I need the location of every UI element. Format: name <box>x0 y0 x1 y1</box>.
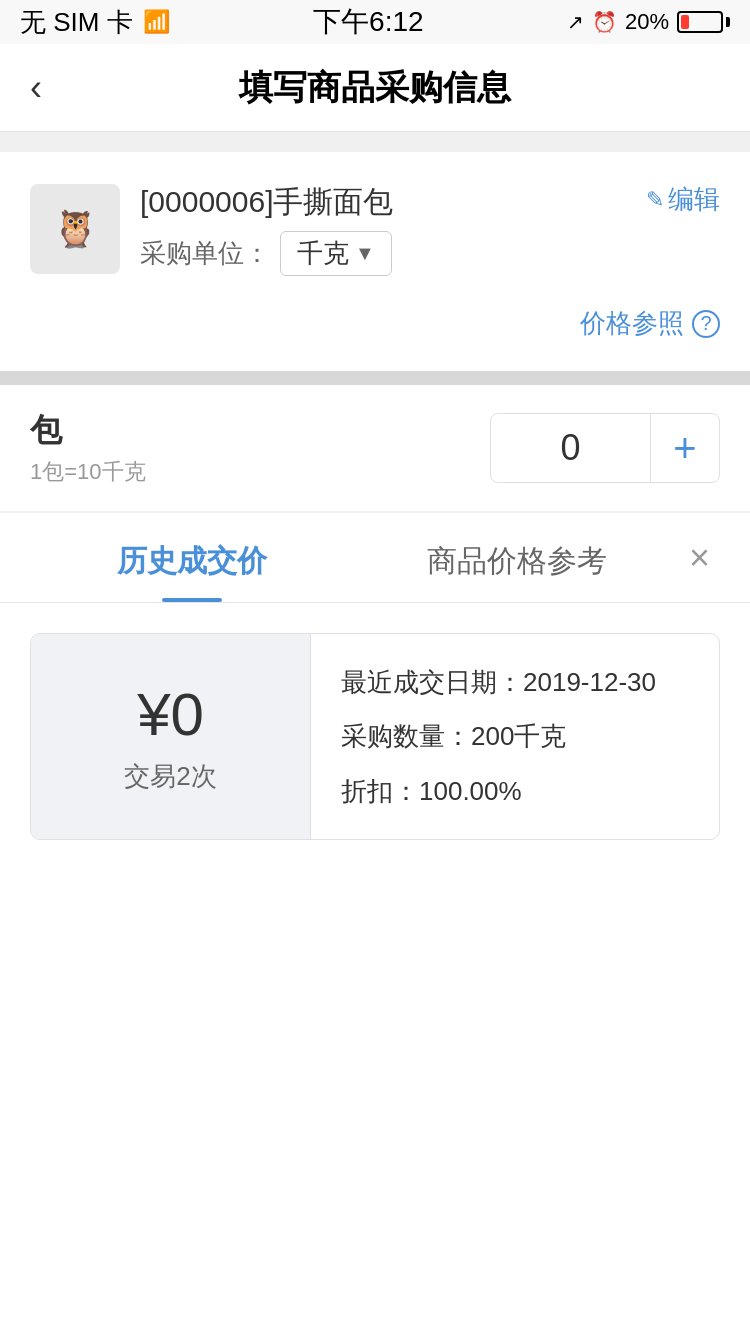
price-ref-row: 价格参照 ? <box>30 306 720 341</box>
price-ref-link[interactable]: 价格参照 <box>580 306 684 341</box>
wifi-icon: 📶 <box>143 9 170 35</box>
product-card: 🦉 [0000006]手撕面包 采购单位： 千克 ▼ ✎ 编辑 价格参照 ? <box>0 152 750 371</box>
status-time: 下午6:12 <box>313 3 424 41</box>
battery-percent: 20% <box>625 9 669 35</box>
unit-label: 采购单位： <box>140 236 270 271</box>
qty-label: 采购数量： <box>341 721 471 751</box>
qty-value: 200千克 <box>471 721 566 751</box>
back-button[interactable]: ‹ <box>30 67 42 109</box>
quantity-convert: 1包=10千克 <box>30 457 146 487</box>
help-icon[interactable]: ? <box>692 310 720 338</box>
date-line: 最近成交日期：2019-12-30 <box>341 664 689 700</box>
bottom-panel: 历史成交价 商品价格参考 × ¥0 交易2次 最近成交日期：2019-12-30… <box>0 513 750 1334</box>
product-thumbnail: 🦉 <box>30 184 120 274</box>
price-right-block: 最近成交日期：2019-12-30 采购数量：200千克 折扣：100.00% <box>311 634 719 839</box>
quantity-control: 0 + <box>490 413 720 483</box>
quantity-row: 包 1包=10千克 0 + <box>0 385 750 511</box>
unit-value: 千克 <box>297 236 349 271</box>
date-label: 最近成交日期： <box>341 667 523 697</box>
edit-button[interactable]: ✎ 编辑 <box>646 182 720 217</box>
product-left: 🦉 [0000006]手撕面包 采购单位： 千克 ▼ <box>30 182 393 276</box>
price-transactions: 交易2次 <box>124 759 216 794</box>
history-content: ¥0 交易2次 最近成交日期：2019-12-30 采购数量：200千克 折扣：… <box>0 603 750 870</box>
quantity-unit-big: 包 <box>30 409 146 453</box>
product-info: [0000006]手撕面包 采购单位： 千克 ▼ <box>140 182 393 276</box>
edit-label: 编辑 <box>668 182 720 217</box>
product-header: 🦉 [0000006]手撕面包 采购单位： 千克 ▼ ✎ 编辑 <box>30 182 720 276</box>
qty-line: 采购数量：200千克 <box>341 718 689 754</box>
sim-status: 无 SIM 卡 <box>20 5 133 40</box>
unit-dropdown-arrow: ▼ <box>355 242 375 265</box>
alarm-icon: ⏰ <box>592 10 617 34</box>
quantity-label: 包 1包=10千克 <box>30 409 146 487</box>
empty-space <box>0 870 750 1334</box>
tab2-label: 商品价格参考 <box>427 544 607 577</box>
quantity-display[interactable]: 0 <box>491 414 651 482</box>
price-value: 0 <box>171 681 204 748</box>
price-amount: ¥0 <box>137 680 204 749</box>
close-button[interactable]: × <box>679 527 720 589</box>
tabs-row: 历史成交价 商品价格参考 × <box>0 513 750 603</box>
date-value: 2019-12-30 <box>523 667 656 697</box>
owl-logo-icon: 🦉 <box>53 208 98 250</box>
top-divider <box>0 132 750 152</box>
currency-symbol: ¥ <box>137 681 170 748</box>
quantity-plus-button[interactable]: + <box>651 414 719 482</box>
product-name: [0000006]手撕面包 <box>140 182 393 223</box>
nav-bar: ‹ 填写商品采购信息 <box>0 44 750 132</box>
status-right: ↗ ⏰ 20% <box>567 9 730 35</box>
direction-icon: ↗ <box>567 10 584 34</box>
product-unit-row: 采购单位： 千克 ▼ <box>140 231 393 276</box>
price-left-block: ¥0 交易2次 <box>31 634 311 839</box>
page-title: 填写商品采购信息 <box>239 65 511 111</box>
discount-label: 折扣： <box>341 776 419 806</box>
tab-product-price-ref[interactable]: 商品价格参考 <box>354 513 678 602</box>
status-bar: 无 SIM 卡 📶 下午6:12 ↗ ⏰ 20% <box>0 0 750 44</box>
status-left: 无 SIM 卡 📶 <box>20 5 170 40</box>
battery-icon <box>677 11 730 33</box>
discount-line: 折扣：100.00% <box>341 773 689 809</box>
price-card: ¥0 交易2次 最近成交日期：2019-12-30 采购数量：200千克 折扣：… <box>30 633 720 840</box>
unit-select[interactable]: 千克 ▼ <box>280 231 392 276</box>
tab-underline <box>162 598 222 602</box>
discount-value: 100.00% <box>419 776 522 806</box>
tab1-label: 历史成交价 <box>117 544 267 577</box>
gray-bar <box>0 371 750 385</box>
tab-history-price[interactable]: 历史成交价 <box>30 513 354 602</box>
